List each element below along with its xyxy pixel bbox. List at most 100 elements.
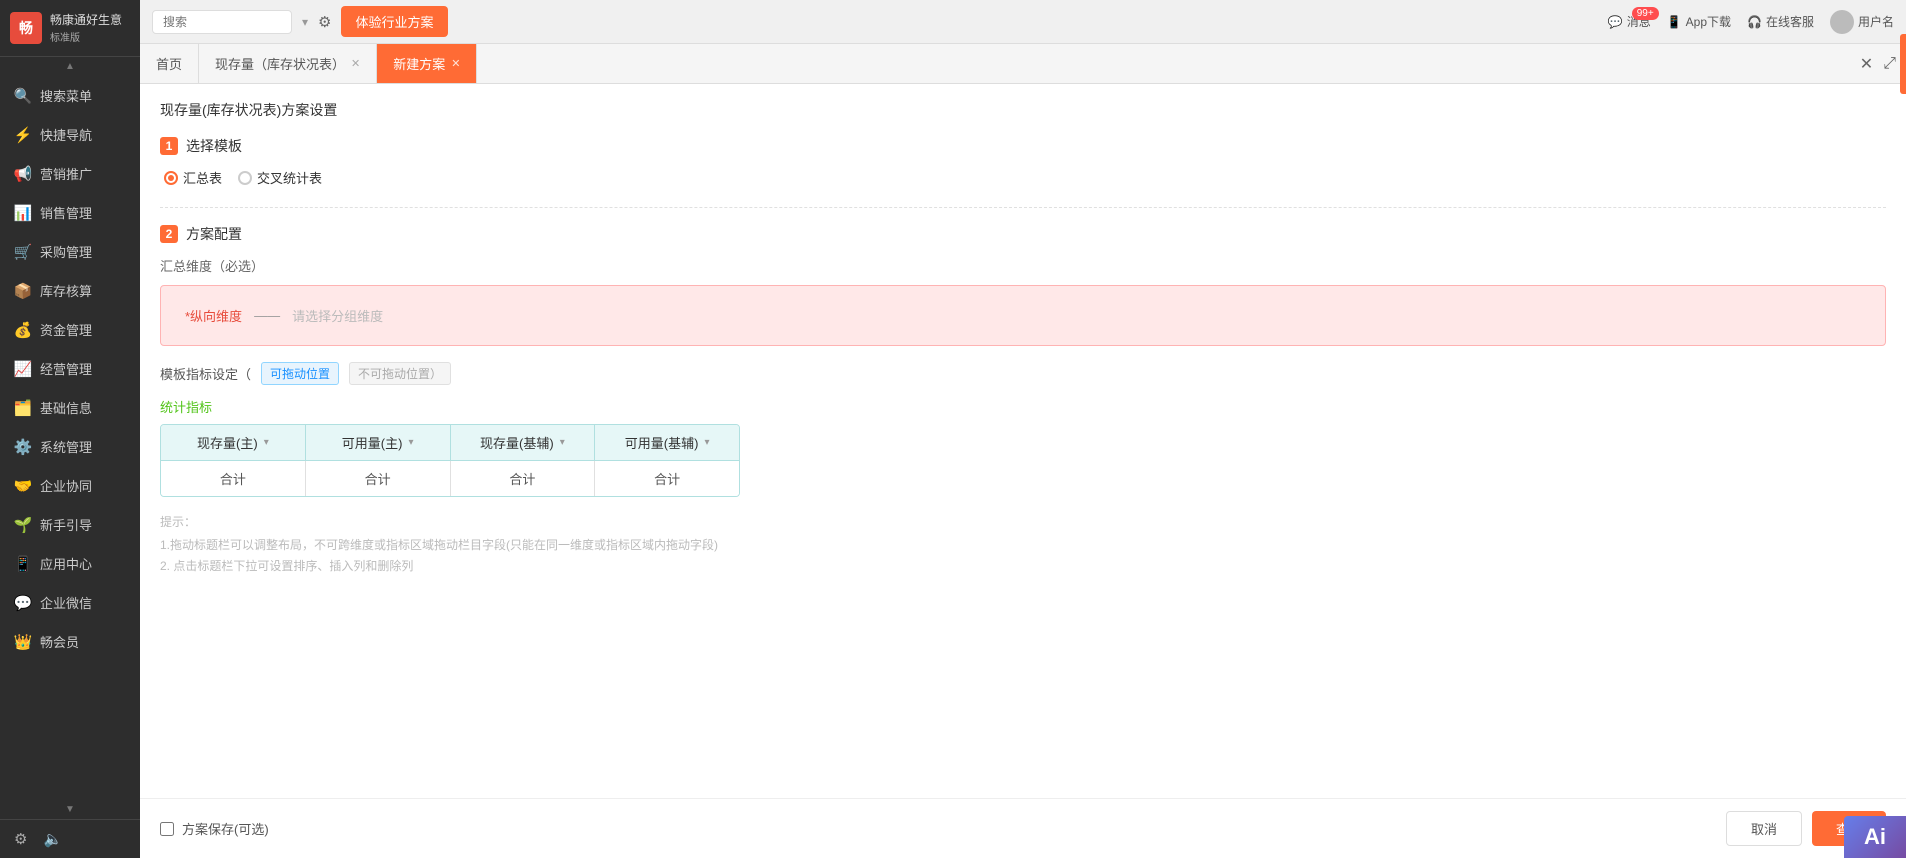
- template-options: 汇总表 交叉统计表: [160, 168, 1886, 187]
- dimension-placeholder: 请选择分组维度: [292, 306, 383, 325]
- sidebar-scroll-up[interactable]: ▲: [0, 57, 140, 76]
- sidebar-item-sales[interactable]: 📊 销售管理: [0, 193, 140, 232]
- section2-title: 方案配置: [186, 224, 242, 244]
- dimension-config-label: 汇总维度（必选）: [160, 256, 1886, 275]
- tab-home[interactable]: 首页: [140, 44, 199, 83]
- sidebar-item-label: 快捷导航: [40, 125, 92, 144]
- sidebar-item-label: 营销推广: [40, 164, 92, 183]
- save-plan-checkbox[interactable]: [160, 822, 174, 836]
- footer: 方案保存(可选) 取消 查询: [140, 798, 1906, 858]
- stats-col-3-label: 可用量(基辅): [625, 433, 699, 452]
- sidebar-item-finance[interactable]: 💰 资金管理: [0, 310, 140, 349]
- indicator-settings: 模板指标设定（ 可拖动位置 不可拖动位置）: [160, 362, 1886, 385]
- tab-new-plan-close-icon[interactable]: ✕: [451, 57, 460, 70]
- stats-col-1[interactable]: 可用量(主) ▾: [306, 425, 451, 460]
- dimension-row: *纵向维度 —— 请选择分组维度: [185, 306, 1861, 325]
- topbar-user[interactable]: 用户名: [1830, 10, 1894, 34]
- tab-new-plan-label: 新建方案: [393, 54, 445, 73]
- dimension-dash: ——: [254, 308, 280, 323]
- message-icon: 💬: [1608, 15, 1623, 29]
- dimension-required-label: *纵向维度: [185, 306, 242, 325]
- search-menu-icon: 🔍: [14, 87, 32, 105]
- topbar-messages[interactable]: 💬 消息 99+: [1608, 13, 1651, 30]
- radio-summary-table[interactable]: 汇总表: [164, 168, 222, 187]
- stats-col-1-chevron: ▾: [408, 437, 413, 448]
- tab-inventory-label: 现存量（库存状况表）: [215, 54, 345, 73]
- app-name: 畅康通好生意: [50, 12, 122, 29]
- topbar-service-label: 在线客服: [1766, 13, 1814, 30]
- sidebar-item-newuser[interactable]: 🌱 新手引导: [0, 505, 140, 544]
- stats-col-3-chevron: ▾: [704, 437, 709, 448]
- section2-number: 2: [160, 225, 178, 243]
- app-icon: 📱: [1667, 15, 1682, 29]
- save-plan-label: 方案保存(可选): [182, 819, 269, 838]
- topbar-service[interactable]: 🎧 在线客服: [1747, 13, 1814, 30]
- sidebar-item-marketing[interactable]: 📢 营销推广: [0, 154, 140, 193]
- stats-col-2[interactable]: 现存量(基辅) ▾: [451, 425, 596, 460]
- sidebar-item-search[interactable]: 🔍 搜索菜单: [0, 76, 140, 115]
- draggable-tag: 可拖动位置: [261, 362, 339, 385]
- section-template: 1 选择模板 汇总表 交叉统计表: [160, 136, 1886, 187]
- sidebar-item-member[interactable]: 👑 畅会员: [0, 622, 140, 661]
- sidebar-scroll-down[interactable]: ▼: [0, 800, 140, 819]
- tab-inventory-close-icon[interactable]: ✕: [351, 57, 360, 70]
- system-icon: ⚙️: [14, 438, 32, 456]
- sidebar-item-label: 基础信息: [40, 398, 92, 417]
- sidebar-item-label: 企业微信: [40, 593, 92, 612]
- sidebar-item-inventory[interactable]: 📦 库存核算: [0, 271, 140, 310]
- section1-title: 选择模板: [186, 136, 242, 156]
- basics-icon: 🗂️: [14, 399, 32, 417]
- sidebar-item-management[interactable]: 📈 经营管理: [0, 349, 140, 388]
- purchase-icon: 🛒: [14, 243, 32, 261]
- sidebar-item-purchase[interactable]: 🛒 采购管理: [0, 232, 140, 271]
- sidebar-item-label: 搜索菜单: [40, 86, 92, 105]
- stats-col-0[interactable]: 现存量(主) ▾: [161, 425, 306, 460]
- app-logo-icon: 畅: [10, 12, 42, 44]
- topbar-right: 💬 消息 99+ 📱 App下载 🎧 在线客服 用户名: [1608, 10, 1894, 34]
- sidebar-item-system[interactable]: ⚙️ 系统管理: [0, 427, 140, 466]
- topbar-dropdown-icon[interactable]: ▾: [302, 15, 308, 29]
- topbar-trial-button[interactable]: 体验行业方案: [341, 6, 447, 37]
- cross-table-label: 交叉统计表: [257, 168, 322, 187]
- sidebar-item-quicknav[interactable]: ⚡ 快捷导航: [0, 115, 140, 154]
- sidebar-item-label: 畅会员: [40, 632, 79, 651]
- sidebar-item-cooperation[interactable]: 🤝 企业协同: [0, 466, 140, 505]
- marketing-icon: 📢: [14, 165, 32, 183]
- tab-inventory[interactable]: 现存量（库存状况表） ✕: [199, 44, 377, 83]
- sidebar-item-appcenter[interactable]: 📱 应用中心: [0, 544, 140, 583]
- cancel-button[interactable]: 取消: [1726, 811, 1802, 846]
- topbar-app-label: App下载: [1686, 13, 1731, 30]
- ai-badge[interactable]: Ai: [1844, 816, 1906, 858]
- stats-col-0-label: 现存量(主): [197, 433, 258, 452]
- sidebar-item-label: 库存核算: [40, 281, 92, 300]
- close-window-icon[interactable]: ✕: [1860, 54, 1873, 74]
- page-title: 现存量(库存状况表)方案设置: [160, 100, 1886, 120]
- sidebar-item-label: 销售管理: [40, 203, 92, 222]
- radio-summary-icon: [164, 171, 178, 185]
- speaker-icon[interactable]: 🔈: [43, 830, 62, 848]
- sidebar-item-label: 系统管理: [40, 437, 92, 456]
- tips-section: 提示： 1.拖动标题栏可以调整布局，不可跨维度或指标区域拖动栏目字段(只能在同一…: [160, 513, 1886, 594]
- section1-number: 1: [160, 137, 178, 155]
- radio-cross-table[interactable]: 交叉统计表: [238, 168, 322, 187]
- sidebar-item-label: 经营管理: [40, 359, 92, 378]
- settings-icon[interactable]: ⚙: [14, 830, 27, 848]
- sidebar-item-basics[interactable]: 🗂️ 基础信息: [0, 388, 140, 427]
- expand-icon[interactable]: ⤢: [1883, 55, 1896, 73]
- stats-cell-3: 合计: [595, 461, 739, 496]
- topbar-app-download[interactable]: 📱 App下载: [1667, 13, 1731, 30]
- sales-icon: 📊: [14, 204, 32, 222]
- sidebar-item-label: 采购管理: [40, 242, 92, 261]
- topbar: ▾ ⚙ 体验行业方案 💬 消息 99+ 📱 App下载 🎧 在线客服 用户名: [140, 0, 1906, 44]
- stats-col-0-chevron: ▾: [264, 437, 269, 448]
- cooperation-icon: 🤝: [14, 477, 32, 495]
- tabbar: 首页 现存量（库存状况表） ✕ 新建方案 ✕ ✕ ⤢: [140, 44, 1906, 84]
- stats-table-header: 现存量(主) ▾ 可用量(主) ▾ 现存量(基辅) ▾ 可用量(基辅) ▾: [161, 425, 739, 460]
- sidebar-item-wecom[interactable]: 💬 企业微信: [0, 583, 140, 622]
- topbar-settings-icon[interactable]: ⚙: [318, 13, 331, 31]
- section-config: 2 方案配置 汇总维度（必选） *纵向维度 —— 请选择分组维度 模板指标设定（…: [160, 224, 1886, 594]
- stats-col-3[interactable]: 可用量(基辅) ▾: [595, 425, 739, 460]
- app-version: 标准版: [50, 29, 122, 44]
- topbar-search-input[interactable]: [152, 10, 292, 34]
- tab-new-plan[interactable]: 新建方案 ✕: [377, 44, 477, 83]
